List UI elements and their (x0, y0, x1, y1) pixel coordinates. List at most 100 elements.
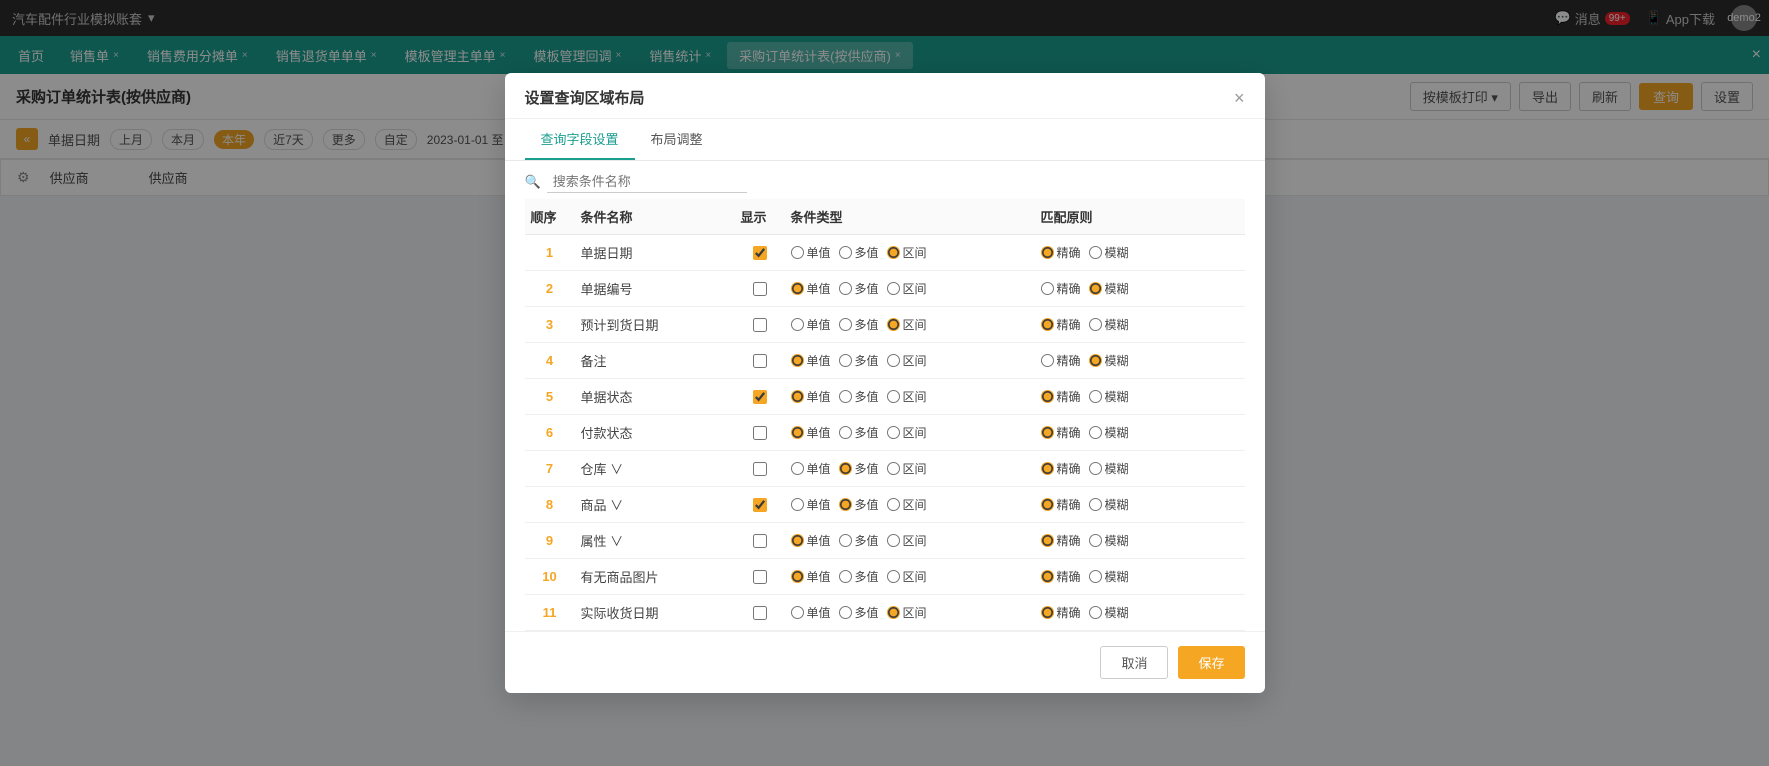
display-checkbox-1[interactable] (753, 246, 767, 260)
row-display-4 (735, 354, 785, 368)
radio-single-2[interactable]: 单值 (791, 280, 831, 297)
radio-single-6[interactable]: 单值 (791, 424, 831, 441)
radio-single-7[interactable]: 单值 (791, 460, 831, 477)
row-display-1 (735, 246, 785, 260)
display-checkbox-3[interactable] (753, 318, 767, 332)
display-checkbox-9[interactable] (753, 534, 767, 548)
radio-exact-2[interactable]: 精确 (1041, 280, 1081, 297)
tab-layout-adjust[interactable]: 布局调整 (635, 119, 719, 160)
radio-single-10[interactable]: 单值 (791, 568, 831, 585)
row-match-rule-8: 精确 模糊 (1035, 496, 1265, 513)
display-checkbox-5[interactable] (753, 390, 767, 404)
radio-multi-8[interactable]: 多值 (839, 496, 879, 513)
row-name-11: 实际收货日期 (575, 603, 735, 622)
radio-fuzzy-11[interactable]: 模糊 (1089, 604, 1129, 621)
radio-range-1[interactable]: 区间 (887, 244, 927, 261)
row-name-5: 单据状态 (575, 387, 735, 406)
radio-single-1[interactable]: 单值 (791, 244, 831, 261)
row-match-rule-9: 精确 模糊 (1035, 532, 1265, 549)
radio-exact-8[interactable]: 精确 (1041, 496, 1081, 513)
row-cond-type-5: 单值 多值 区间 (785, 388, 1035, 405)
row-cond-type-6: 单值 多值 区间 (785, 424, 1035, 441)
row-cond-type-7: 单值 多值 区间 (785, 460, 1035, 477)
radio-single-3[interactable]: 单值 (791, 316, 831, 333)
radio-single-4[interactable]: 单值 (791, 352, 831, 369)
radio-multi-4[interactable]: 多值 (839, 352, 879, 369)
display-checkbox-6[interactable] (753, 426, 767, 440)
radio-range-11[interactable]: 区间 (887, 604, 927, 621)
radio-multi-9[interactable]: 多值 (839, 532, 879, 549)
display-checkbox-11[interactable] (753, 606, 767, 620)
radio-fuzzy-2[interactable]: 模糊 (1089, 280, 1129, 297)
radio-exact-10[interactable]: 精确 (1041, 568, 1081, 585)
tab-query-fields[interactable]: 查询字段设置 (525, 119, 635, 160)
radio-exact-7[interactable]: 精确 (1041, 460, 1081, 477)
save-button[interactable]: 保存 (1178, 646, 1244, 679)
dialog: 设置查询区域布局 × 查询字段设置 布局调整 🔍 顺序 条件名称 显示 条件类型 (505, 73, 1265, 693)
radio-range-3[interactable]: 区间 (887, 316, 927, 333)
display-checkbox-4[interactable] (753, 354, 767, 368)
col-head-cond-type: 条件类型 (785, 207, 1035, 226)
radio-single-11[interactable]: 单值 (791, 604, 831, 621)
row-cond-type-8: 单值 多值 区间 (785, 496, 1035, 513)
radio-range-5[interactable]: 区间 (887, 388, 927, 405)
radio-single-5[interactable]: 单值 (791, 388, 831, 405)
table-row: 9属性 ∨ 单值 多值 区间 精确 模糊 (525, 523, 1245, 559)
radio-range-2[interactable]: 区间 (887, 280, 927, 297)
radio-multi-7[interactable]: 多值 (839, 460, 879, 477)
radio-multi-2[interactable]: 多值 (839, 280, 879, 297)
radio-multi-3[interactable]: 多值 (839, 316, 879, 333)
display-checkbox-2[interactable] (753, 282, 767, 296)
radio-single-9[interactable]: 单值 (791, 532, 831, 549)
radio-range-8[interactable]: 区间 (887, 496, 927, 513)
row-match-rule-10: 精确 模糊 (1035, 568, 1265, 585)
radio-fuzzy-9[interactable]: 模糊 (1089, 532, 1129, 549)
radio-range-6[interactable]: 区间 (887, 424, 927, 441)
radio-fuzzy-1[interactable]: 模糊 (1089, 244, 1129, 261)
radio-exact-6[interactable]: 精确 (1041, 424, 1081, 441)
cancel-button[interactable]: 取消 (1100, 646, 1168, 679)
display-checkbox-7[interactable] (753, 462, 767, 476)
modal-overlay[interactable]: 设置查询区域布局 × 查询字段设置 布局调整 🔍 顺序 条件名称 显示 条件类型 (0, 0, 1769, 766)
dialog-close-button[interactable]: × (1234, 89, 1245, 107)
radio-range-9[interactable]: 区间 (887, 532, 927, 549)
radio-range-7[interactable]: 区间 (887, 460, 927, 477)
radio-fuzzy-7[interactable]: 模糊 (1089, 460, 1129, 477)
radio-multi-11[interactable]: 多值 (839, 604, 879, 621)
radio-fuzzy-10[interactable]: 模糊 (1089, 568, 1129, 585)
radio-fuzzy-4[interactable]: 模糊 (1089, 352, 1129, 369)
display-checkbox-10[interactable] (753, 570, 767, 584)
radio-fuzzy-3[interactable]: 模糊 (1089, 316, 1129, 333)
radio-exact-5[interactable]: 精确 (1041, 388, 1081, 405)
table-row: 3预计到货日期 单值 多值 区间 精确 模糊 (525, 307, 1245, 343)
row-num-4: 4 (525, 353, 575, 368)
row-display-9 (735, 534, 785, 548)
radio-exact-3[interactable]: 精确 (1041, 316, 1081, 333)
row-cond-type-3: 单值 多值 区间 (785, 316, 1035, 333)
radio-multi-6[interactable]: 多值 (839, 424, 879, 441)
row-display-6 (735, 426, 785, 440)
radio-fuzzy-8[interactable]: 模糊 (1089, 496, 1129, 513)
radio-multi-5[interactable]: 多值 (839, 388, 879, 405)
condition-search-input[interactable] (547, 171, 747, 193)
radio-exact-11[interactable]: 精确 (1041, 604, 1081, 621)
radio-range-4[interactable]: 区间 (887, 352, 927, 369)
table-row: 10有无商品图片 单值 多值 区间 精确 模糊 (525, 559, 1245, 595)
row-num-2: 2 (525, 281, 575, 296)
radio-multi-10[interactable]: 多值 (839, 568, 879, 585)
row-display-2 (735, 282, 785, 296)
radio-range-10[interactable]: 区间 (887, 568, 927, 585)
radio-single-8[interactable]: 单值 (791, 496, 831, 513)
row-num-5: 5 (525, 389, 575, 404)
radio-exact-4[interactable]: 精确 (1041, 352, 1081, 369)
display-checkbox-8[interactable] (753, 498, 767, 512)
dialog-table: 顺序 条件名称 显示 条件类型 匹配原则 1单据日期 单值 多值 区间 (505, 199, 1265, 631)
table-row: 7仓库 ∨ 单值 多值 区间 精确 模糊 (525, 451, 1245, 487)
radio-fuzzy-5[interactable]: 模糊 (1089, 388, 1129, 405)
radio-exact-1[interactable]: 精确 (1041, 244, 1081, 261)
radio-multi-1[interactable]: 多值 (839, 244, 879, 261)
radio-fuzzy-6[interactable]: 模糊 (1089, 424, 1129, 441)
row-match-rule-4: 精确 模糊 (1035, 352, 1265, 369)
radio-exact-9[interactable]: 精确 (1041, 532, 1081, 549)
row-name-2: 单据编号 (575, 279, 735, 298)
